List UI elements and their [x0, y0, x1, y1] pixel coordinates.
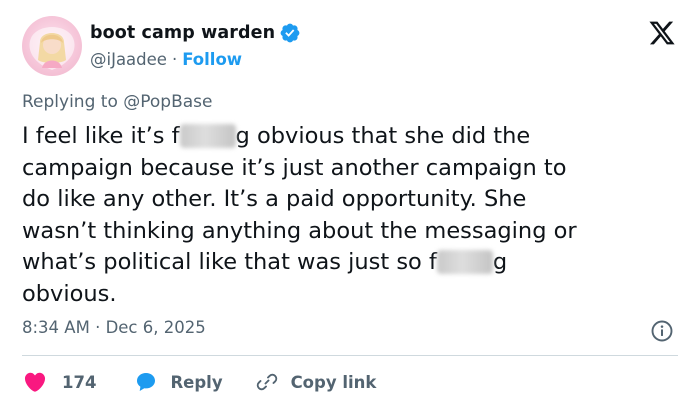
name-row: boot camp warden — [90, 21, 301, 45]
tweet-text: I feel like it’s fg obvious that she did… — [22, 121, 682, 310]
copy-link-label: Copy link — [290, 372, 377, 392]
tweet-line: do like any other. It’s a paid opportuni… — [22, 186, 527, 212]
tweet-date: Dec 6, 2025 — [105, 318, 206, 337]
info-icon[interactable] — [650, 319, 674, 343]
copy-link-button[interactable]: Copy link — [255, 370, 377, 394]
x-logo-icon[interactable] — [647, 19, 677, 47]
tweet-line: campaign because it’s just another campa… — [22, 154, 567, 181]
tweet-time: 8:34 AM — [22, 318, 90, 337]
censored-word-blur — [436, 250, 493, 274]
user-handle[interactable]: @iJaadee — [90, 50, 167, 69]
replying-to-label: Replying to — [22, 92, 124, 112]
tweet-line: obvious. — [22, 280, 117, 307]
action-bar: 174 Reply Copy link — [22, 367, 376, 397]
like-count: 174 — [62, 372, 97, 392]
tweet-line: what’s political like that was just so f… — [22, 249, 508, 275]
censored-word-blur — [179, 124, 236, 148]
tweet-card: boot camp warden @iJaadee · Follow Reply… — [0, 0, 700, 410]
tweet-timestamp[interactable]: 8:34 AM · Dec 6, 2025 — [22, 318, 206, 337]
handle-row: @iJaadee · Follow — [90, 48, 242, 70]
replying-to: Replying to @PopBase — [22, 92, 212, 112]
follow-button[interactable]: Follow — [182, 50, 242, 69]
meta-separator: · — [95, 318, 101, 337]
reply-label: Reply — [170, 372, 223, 392]
like-button[interactable]: 174 — [22, 370, 96, 394]
replying-to-handle[interactable]: @PopBase — [123, 92, 212, 112]
avatar[interactable] — [22, 16, 82, 76]
reply-bubble-icon — [137, 373, 156, 391]
link-icon — [256, 373, 277, 391]
reply-button[interactable]: Reply — [134, 370, 223, 394]
heart-icon — [24, 372, 46, 392]
display-name[interactable]: boot camp warden — [90, 23, 275, 43]
handle-separator: · — [171, 49, 178, 69]
tweet-line: wasn’t thinking anything about the messa… — [22, 217, 577, 244]
divider — [22, 355, 678, 356]
tweet-line: I feel like it’s fg obvious that she did… — [22, 123, 531, 149]
verified-badge-icon — [280, 23, 300, 43]
